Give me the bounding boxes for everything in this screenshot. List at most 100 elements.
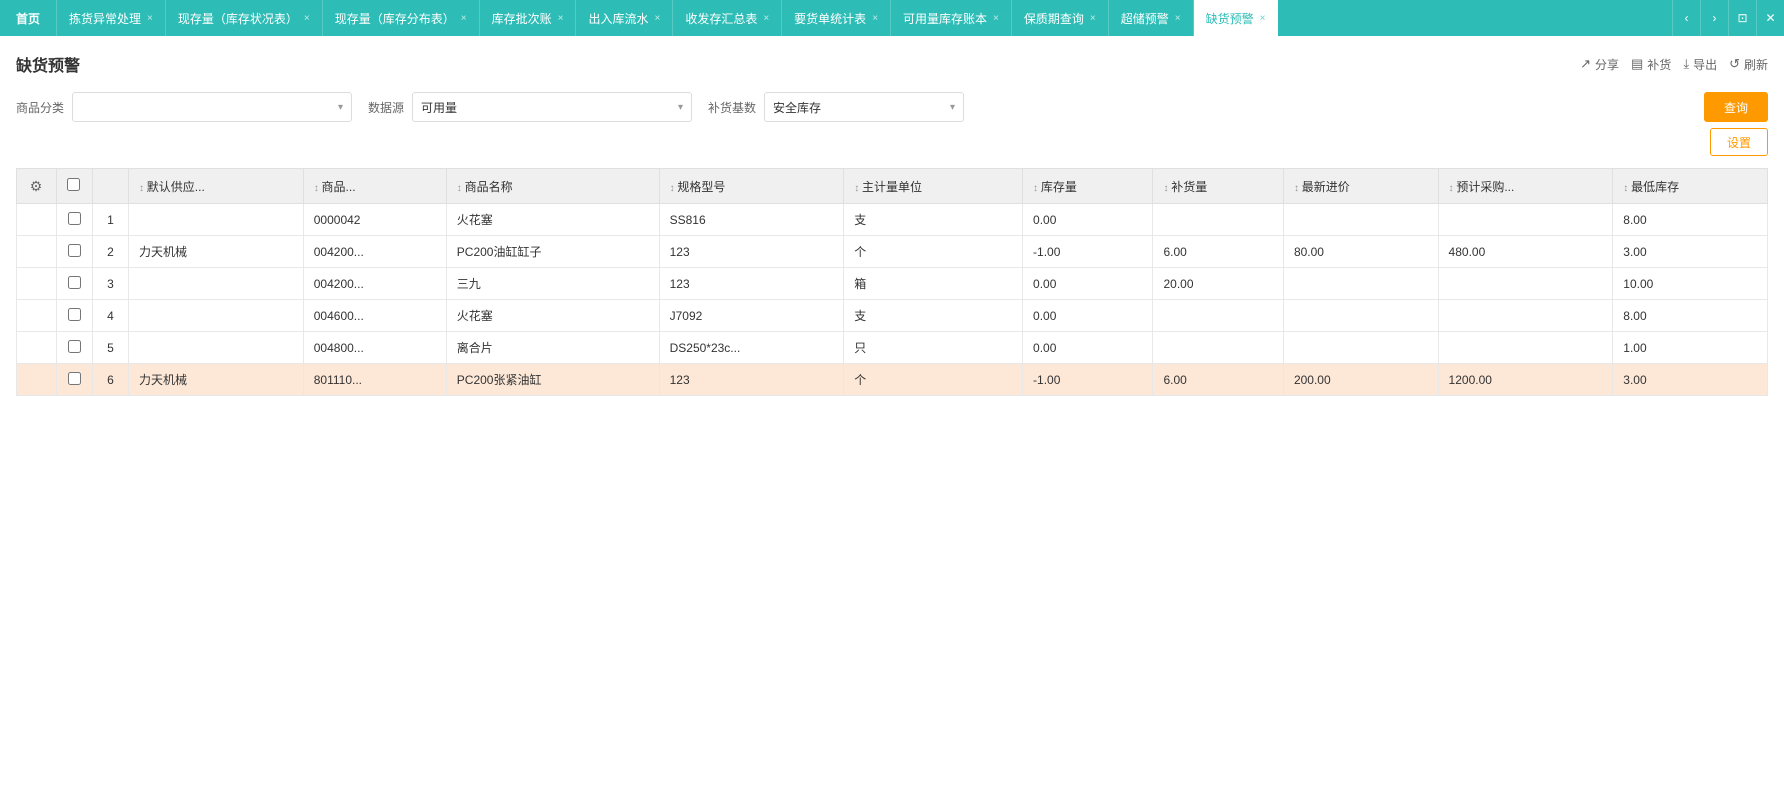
tab-order-stats[interactable]: 要货单统计表× xyxy=(782,0,891,36)
tab-home[interactable]: 首页 xyxy=(0,0,57,36)
col-unit-header[interactable]: 主计量单位 xyxy=(844,169,1023,204)
row-supplier xyxy=(129,204,304,236)
row-settings xyxy=(17,236,57,268)
row-checkbox[interactable] xyxy=(57,204,93,236)
header-actions: ↗ 分享 ▤ 补货 ⤓ 导出 ↺ 刷新 xyxy=(1580,56,1768,73)
row-latest-price xyxy=(1283,332,1438,364)
page-title: 缺货预警 xyxy=(16,52,80,76)
tab-expiry[interactable]: 保质期查询× xyxy=(1012,0,1109,36)
row-min-stock: 8.00 xyxy=(1613,300,1768,332)
tab-close-stale[interactable]: × xyxy=(147,13,153,24)
tab-label-available: 可用量库存账本 xyxy=(903,10,987,27)
share-icon: ↗ xyxy=(1580,56,1591,72)
col-spec-label: 规格型号 xyxy=(677,180,725,194)
tab-label-batch: 库存批次账 xyxy=(492,10,552,27)
col-product-name-header[interactable]: 商品名称 xyxy=(446,169,659,204)
row-supplier: 力天机械 xyxy=(129,236,304,268)
tab-home-label: 首页 xyxy=(16,10,40,27)
settings-button[interactable]: 设置 xyxy=(1710,128,1768,156)
window-restore-btn[interactable]: ⊡ xyxy=(1728,0,1756,36)
category-label: 商品分类 xyxy=(16,99,64,116)
tab-close-shortage[interactable]: × xyxy=(1260,13,1266,24)
col-replenish-header[interactable]: 补货量 xyxy=(1153,169,1283,204)
tab-available[interactable]: 可用量库存账本 × xyxy=(891,0,1012,36)
col-stock-header[interactable]: 库存量 xyxy=(1023,169,1153,204)
table-row: 5004800...离合片DS250*23c...只0.001.00 xyxy=(17,332,1768,364)
row-checkbox-input[interactable] xyxy=(68,244,81,257)
row-checkbox-input[interactable] xyxy=(68,212,81,225)
row-checkbox-input[interactable] xyxy=(68,372,81,385)
row-checkbox[interactable] xyxy=(57,236,93,268)
row-min-stock: 3.00 xyxy=(1613,236,1768,268)
query-button[interactable]: 查询 xyxy=(1704,92,1768,122)
tab-close-available[interactable]: × xyxy=(993,13,999,24)
row-spec: J7092 xyxy=(659,300,844,332)
row-product-code: 004200... xyxy=(303,268,446,300)
row-spec: 123 xyxy=(659,236,844,268)
tab-stale[interactable]: 拣货异常处理 × xyxy=(57,0,166,36)
tab-shortage[interactable]: 缺货预警× xyxy=(1194,0,1279,36)
row-unit: 个 xyxy=(844,364,1023,396)
export-icon: ⤓ xyxy=(1683,56,1689,72)
col-min-stock-label: 最低库存 xyxy=(1631,180,1679,194)
tab-label-stale: 拣货异常处理 xyxy=(69,10,141,27)
row-estimated: 1200.00 xyxy=(1438,364,1613,396)
col-spec-header[interactable]: 规格型号 xyxy=(659,169,844,204)
tab-close-receive-summary[interactable]: × xyxy=(763,13,769,24)
tab-overstock[interactable]: 超储预警 × xyxy=(1109,0,1194,36)
table-row: 2力天机械004200...PC200油缸缸子123个-1.006.0080.0… xyxy=(17,236,1768,268)
tab-scroll-right[interactable]: › xyxy=(1700,0,1728,36)
row-replenish: 20.00 xyxy=(1153,268,1283,300)
tab-label-overstock: 超储预警 xyxy=(1121,10,1169,27)
col-product-name-label: 商品名称 xyxy=(465,180,513,194)
tab-inout[interactable]: 出入库流水 × xyxy=(576,0,673,36)
col-supplier-header[interactable]: 默认供应... xyxy=(129,169,304,204)
row-index: 4 xyxy=(93,300,129,332)
tab-inventory-dist[interactable]: 现存量（库存分布表）× xyxy=(323,0,480,36)
tab-close-inout[interactable]: × xyxy=(654,13,660,24)
datasource-chevron-icon: ▾ xyxy=(678,102,683,113)
data-table: ⚙ 默认供应... 商品... 商品名称 规格型号 xyxy=(16,168,1768,396)
row-checkbox[interactable] xyxy=(57,364,93,396)
tab-inventory-status[interactable]: 现存量（库存状况表）× xyxy=(166,0,323,36)
export-button[interactable]: ⤓ 导出 xyxy=(1683,56,1717,73)
row-unit: 支 xyxy=(844,300,1023,332)
tab-close-expiry[interactable]: × xyxy=(1090,13,1096,24)
window-close-btn[interactable]: ✕ xyxy=(1756,0,1784,36)
tab-close-inventory-status[interactable]: × xyxy=(304,13,310,24)
refresh-button[interactable]: ↺ 刷新 xyxy=(1729,56,1768,73)
col-estimated-header[interactable]: 预计采购... xyxy=(1438,169,1613,204)
tab-label-inout: 出入库流水 xyxy=(588,10,648,27)
row-checkbox-input[interactable] xyxy=(68,308,81,321)
row-product-code: 0000042 xyxy=(303,204,446,236)
category-select[interactable]: ▾ xyxy=(72,92,352,122)
col-min-stock-header[interactable]: 最低库存 xyxy=(1613,169,1768,204)
replenish-button[interactable]: ▤ 补货 xyxy=(1631,56,1671,73)
col-product-code-header[interactable]: 商品... xyxy=(303,169,446,204)
tab-close-order-stats[interactable]: × xyxy=(872,13,878,24)
row-checkbox[interactable] xyxy=(57,268,93,300)
col-product-code-label: 商品... xyxy=(322,180,356,194)
tab-close-batch[interactable]: × xyxy=(558,13,564,24)
datasource-select[interactable]: 可用量 ▾ xyxy=(412,92,692,122)
select-all-checkbox[interactable] xyxy=(67,178,80,191)
row-checkbox[interactable] xyxy=(57,300,93,332)
tab-close-overstock[interactable]: × xyxy=(1175,13,1181,24)
row-stock: -1.00 xyxy=(1023,236,1153,268)
row-checkbox[interactable] xyxy=(57,332,93,364)
share-button[interactable]: ↗ 分享 xyxy=(1580,56,1619,73)
row-settings xyxy=(17,204,57,236)
tab-batch[interactable]: 库存批次账 × xyxy=(480,0,577,36)
row-product-code: 004200... xyxy=(303,236,446,268)
settings-icon[interactable]: ⚙ xyxy=(27,177,45,195)
col-latest-price-header[interactable]: 最新进价 xyxy=(1283,169,1438,204)
base-select[interactable]: 安全库存 ▾ xyxy=(764,92,964,122)
col-settings-header[interactable]: ⚙ xyxy=(17,169,57,204)
tab-close-inventory-dist[interactable]: × xyxy=(461,13,467,24)
row-checkbox-input[interactable] xyxy=(68,340,81,353)
row-checkbox-input[interactable] xyxy=(68,276,81,289)
col-checkbox-header[interactable] xyxy=(57,169,93,204)
row-stock: 0.00 xyxy=(1023,300,1153,332)
tab-scroll-left[interactable]: ‹ xyxy=(1672,0,1700,36)
tab-receive-summary[interactable]: 收发存汇总表× xyxy=(673,0,782,36)
